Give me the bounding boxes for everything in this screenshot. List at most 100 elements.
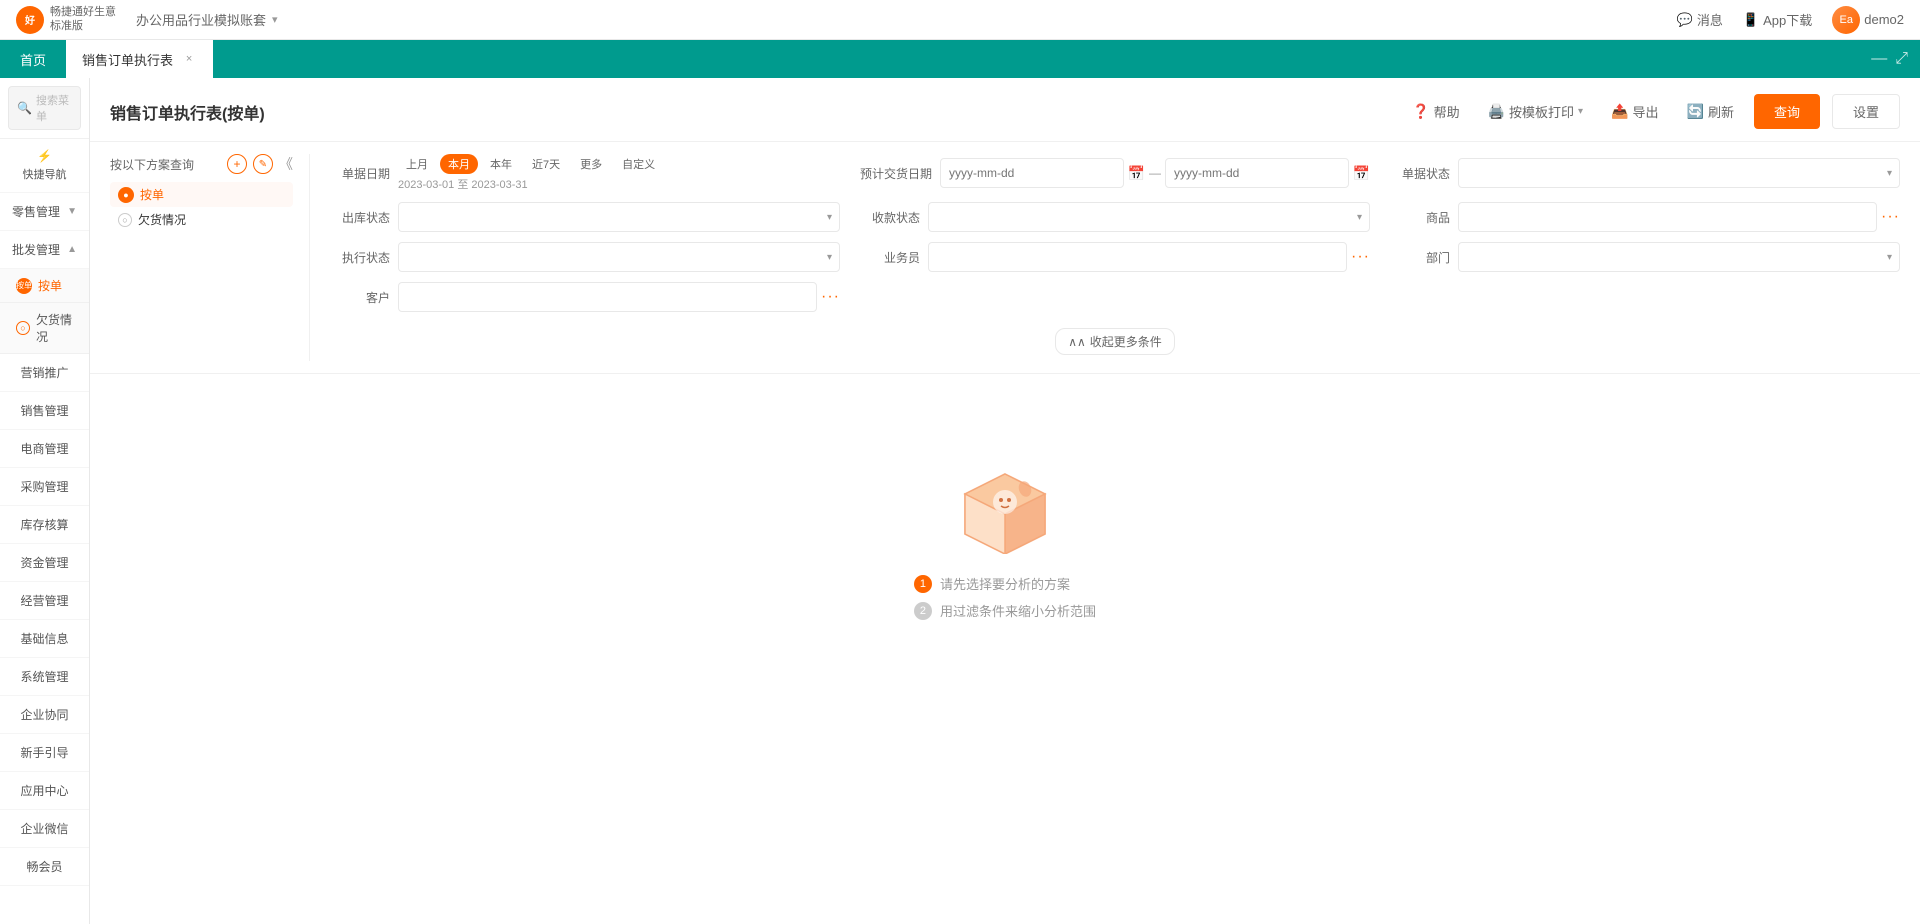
calendar-icon-right[interactable]: 📅 xyxy=(1353,165,1370,182)
sidebar-item-inventory[interactable]: 库存核算 xyxy=(0,506,89,544)
scheme-dot-icon: ● xyxy=(118,187,134,203)
message-btn[interactable]: 💬 消息 xyxy=(1677,10,1723,29)
filter-customer: 客户 ··· xyxy=(330,282,840,312)
sidebar: 🔍 搜索菜单 ⚡ 快捷导航 零售管理 ▼ 批发管理 ▲ 按单 按单 ○ 欠货情况 xyxy=(0,78,90,924)
sidebar-item-wechat[interactable]: 企业微信 xyxy=(0,810,89,848)
sidebar-item-retail[interactable]: 零售管理 ▼ xyxy=(0,193,89,231)
breadcrumb[interactable]: 办公用品行业模拟账套 ▾ xyxy=(136,10,278,29)
header-left: 好 畅捷通好生意 标准版 办公用品行业模拟账套 ▾ xyxy=(16,6,278,34)
sidebar-item-system[interactable]: 系统管理 xyxy=(0,658,89,696)
tab-minimize-btn[interactable]: — xyxy=(1871,50,1887,68)
customer-input-group: ··· xyxy=(398,282,840,312)
scheme-add-btn[interactable]: + xyxy=(227,154,247,174)
receipt-status-select[interactable] xyxy=(928,202,1370,232)
date-btn-7days[interactable]: 近7天 xyxy=(524,154,568,174)
goods-input-group: ··· xyxy=(1458,202,1900,232)
scheme-item-by-order[interactable]: ● 按单 xyxy=(110,182,293,207)
filter-doc-status: 单据状态 ▾ xyxy=(1390,154,1900,192)
sidebar-item-purchase[interactable]: 采购管理 xyxy=(0,468,89,506)
filter-row-4: 客户 ··· xyxy=(330,282,1900,312)
quicknav-icon: ⚡ xyxy=(37,149,52,163)
collapse-bar: ∧∧ 收起更多条件 xyxy=(330,322,1900,361)
sidebar-sub-item-andfocus[interactable]: 按单 按单 xyxy=(0,269,89,303)
export-icon: 📤 xyxy=(1611,103,1628,120)
print-arrow-icon: ▾ xyxy=(1578,106,1583,117)
sidebar-item-wholesale[interactable]: 批发管理 ▲ xyxy=(0,231,89,269)
empty-tip-1: 1 请先选择要分析的方案 xyxy=(914,574,1096,593)
sidebar-item-appcenter[interactable]: 应用中心 xyxy=(0,772,89,810)
tab-home[interactable]: 首页 xyxy=(0,40,66,78)
calendar-icon-left[interactable]: 📅 xyxy=(1128,165,1145,182)
scheme-item-debt[interactable]: ○ 欠货情况 xyxy=(110,207,293,232)
execution-status-select[interactable] xyxy=(398,242,840,272)
tab-maximize-btn[interactable]: ⤢ xyxy=(1895,50,1908,68)
filter-goods: 商品 ··· xyxy=(1390,202,1900,232)
logo-text: 畅捷通好生意 标准版 xyxy=(50,6,116,32)
customer-input[interactable] xyxy=(398,282,817,312)
date-btn-lastmonth[interactable]: 上月 xyxy=(398,154,436,174)
sidebar-item-finance[interactable]: 资金管理 xyxy=(0,544,89,582)
refresh-icon: 🔄 xyxy=(1687,103,1704,120)
date-btn-thismonth[interactable]: 本月 xyxy=(440,154,478,174)
tab-sales[interactable]: 销售订单执行表 × xyxy=(66,40,213,78)
header-right: 💬 消息 📱 App下载 Ea demo2 xyxy=(1677,6,1904,34)
sidebar-item-quicknav[interactable]: ⚡ 快捷导航 xyxy=(0,139,89,193)
sub-dot-outline-icon: ○ xyxy=(16,321,30,335)
sidebar-item-salesmgmt[interactable]: 销售管理 xyxy=(0,392,89,430)
scheme-collapse-btn[interactable]: 《 xyxy=(279,154,293,174)
scheme-header: 按以下方案查询 + ✎ 《 xyxy=(110,154,293,174)
date-btn-more[interactable]: 更多 xyxy=(572,154,610,174)
tab-close-btn[interactable]: × xyxy=(181,51,197,67)
sidebar-item-ecommerce[interactable]: 电商管理 xyxy=(0,430,89,468)
help-btn[interactable]: ❓ 帮助 xyxy=(1404,98,1467,125)
scheme-edit-btn[interactable]: ✎ xyxy=(253,154,273,174)
print-icon: 🖨️ xyxy=(1488,103,1505,120)
date-btn-group: 上月 本月 本年 近7天 更多 自定义 xyxy=(398,154,840,174)
scheme-panel: 按以下方案查询 + ✎ 《 ● 按单 ○ 欠货情况 xyxy=(110,154,310,361)
customer-more-btn[interactable]: ··· xyxy=(821,288,840,306)
settings-btn[interactable]: 设置 xyxy=(1832,94,1900,129)
delivery-date-start[interactable] xyxy=(940,158,1124,188)
date-range-display: 2023-03-01 至 2023-03-31 xyxy=(398,176,840,192)
department-label: 部门 xyxy=(1390,249,1450,266)
sidebar-item-marketing[interactable]: 营销推广 xyxy=(0,354,89,392)
customer-label: 客户 xyxy=(330,289,390,306)
department-select-wrapper: ▾ xyxy=(1458,242,1900,272)
filters-container: 单据日期 上月 本月 本年 近7天 更多 自定义 20 xyxy=(310,154,1900,361)
user-area[interactable]: Ea demo2 xyxy=(1832,6,1904,34)
doc-status-select[interactable] xyxy=(1458,158,1900,188)
page-title: 销售订单执行表(按单) xyxy=(110,100,265,124)
date-btn-custom[interactable]: 自定义 xyxy=(614,154,663,174)
sidebar-item-collab[interactable]: 企业协同 xyxy=(0,696,89,734)
goods-more-btn[interactable]: ··· xyxy=(1881,208,1900,226)
salesperson-input[interactable] xyxy=(928,242,1347,272)
app-download-btn[interactable]: 📱 App下载 xyxy=(1743,10,1812,29)
salesperson-more-btn[interactable]: ··· xyxy=(1351,248,1370,266)
sidebar-item-operations[interactable]: 经营管理 xyxy=(0,582,89,620)
expected-delivery-label: 预计交货日期 xyxy=(860,165,932,182)
filter-date: 单据日期 上月 本月 本年 近7天 更多 自定义 20 xyxy=(330,154,840,192)
query-btn[interactable]: 查询 xyxy=(1754,94,1820,129)
filter-row-1: 单据日期 上月 本月 本年 近7天 更多 自定义 20 xyxy=(330,154,1900,192)
app-download-icon: 📱 xyxy=(1743,12,1759,28)
tip-num-1: 1 xyxy=(914,575,932,593)
delivery-date-end[interactable] xyxy=(1165,158,1349,188)
sidebar-item-basicinfo[interactable]: 基础信息 xyxy=(0,620,89,658)
collapse-btn[interactable]: ∧∧ 收起更多条件 xyxy=(1055,328,1175,355)
print-btn[interactable]: 🖨️ 按模板打印 ▾ xyxy=(1480,98,1591,125)
export-btn[interactable]: 📤 导出 xyxy=(1603,98,1666,125)
filter-row-3: 执行状态 ▾ 业务员 xyxy=(330,242,1900,272)
empty-state: 1 请先选择要分析的方案 2 用过滤条件来缩小分析范围 xyxy=(90,374,1920,700)
department-select[interactable] xyxy=(1458,242,1900,272)
refresh-btn[interactable]: 🔄 刷新 xyxy=(1679,98,1742,125)
sidebar-search-area: 🔍 搜索菜单 xyxy=(0,78,89,139)
sidebar-sub-item-debt[interactable]: ○ 欠货情况 xyxy=(0,303,89,354)
tab-bar-actions: — ⤢ xyxy=(1871,50,1920,68)
goods-input[interactable] xyxy=(1458,202,1877,232)
date-btn-thisyear[interactable]: 本年 xyxy=(482,154,520,174)
sidebar-item-guide[interactable]: 新手引导 xyxy=(0,734,89,772)
page-content: 销售订单执行表(按单) ❓ 帮助 🖨️ 按模板打印 ▾ 📤 导出 xyxy=(90,78,1920,924)
shipment-status-select[interactable] xyxy=(398,202,840,232)
sidebar-search-btn[interactable]: 🔍 搜索菜单 xyxy=(8,86,81,130)
sidebar-item-member[interactable]: 畅会员 xyxy=(0,848,89,886)
